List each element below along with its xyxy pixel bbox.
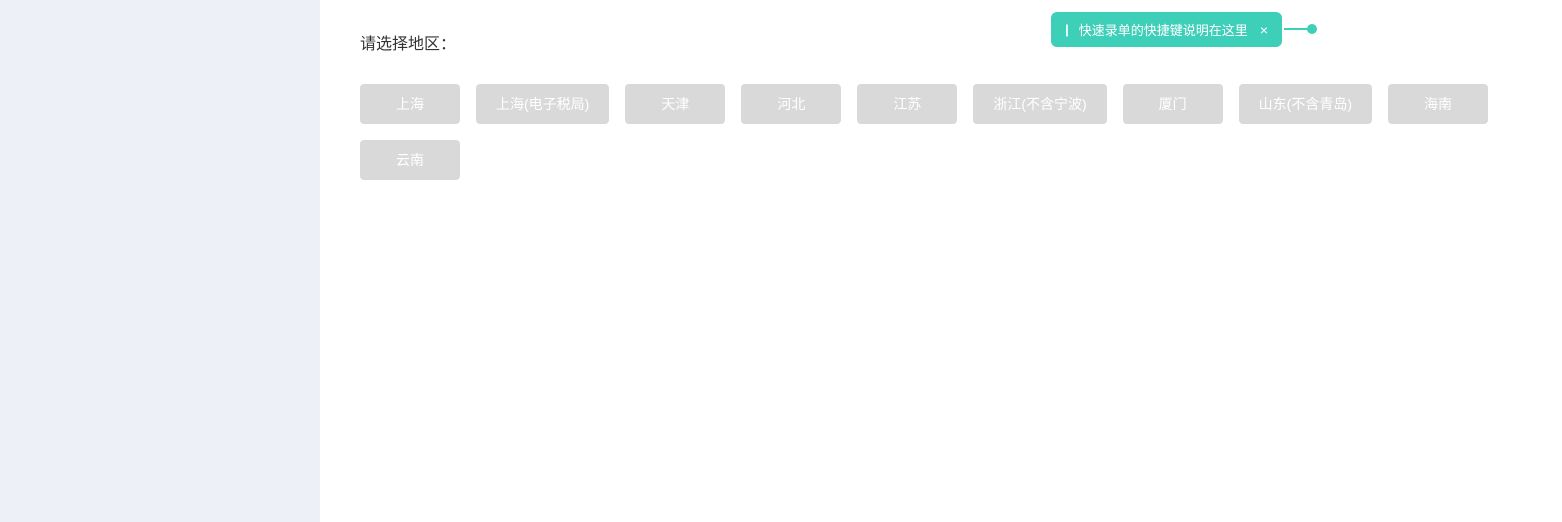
region-button-xiamen[interactable]: 厦门 [1123, 84, 1223, 124]
main-content: 请选择地区： 上海上海(电子税局) 天津河北江苏浙江(不含宁波) 厦门山东(不含青岛… [320, 0, 1562, 522]
region-button-jiangsu[interactable]: 江苏 [857, 84, 957, 124]
region-button-tianjin[interactable]: 天津 [625, 84, 725, 124]
page-title: 请选择地区： [360, 30, 1522, 54]
region-button-yunnan[interactable]: 云南 [360, 140, 460, 180]
sidebar [0, 0, 320, 522]
tooltip-badge: 快速录单的快捷键说明在这里 × [1051, 12, 1282, 47]
tooltip-close-button[interactable]: × [1260, 22, 1268, 38]
region-buttons: 上海上海(电子税局) 天津河北江苏浙江(不含宁波) 厦门山东(不含青岛) 海南云南 [360, 84, 1522, 180]
region-button-shanghai[interactable]: 上海 [360, 84, 460, 124]
tooltip-connector-dot [1307, 24, 1317, 34]
region-button-shandong[interactable]: 山东(不含青岛) [1239, 84, 1372, 124]
region-button-zhejiang[interactable]: 浙江(不含宁波) [973, 84, 1106, 124]
tooltip-text: 快速录单的快捷键说明在这里 [1079, 20, 1248, 39]
region-button-hebei[interactable]: 河北 [741, 84, 841, 124]
region-button-hainan[interactable]: 海南 [1388, 84, 1488, 124]
region-button-shanghai-etax[interactable]: 上海(电子税局) [476, 84, 609, 124]
